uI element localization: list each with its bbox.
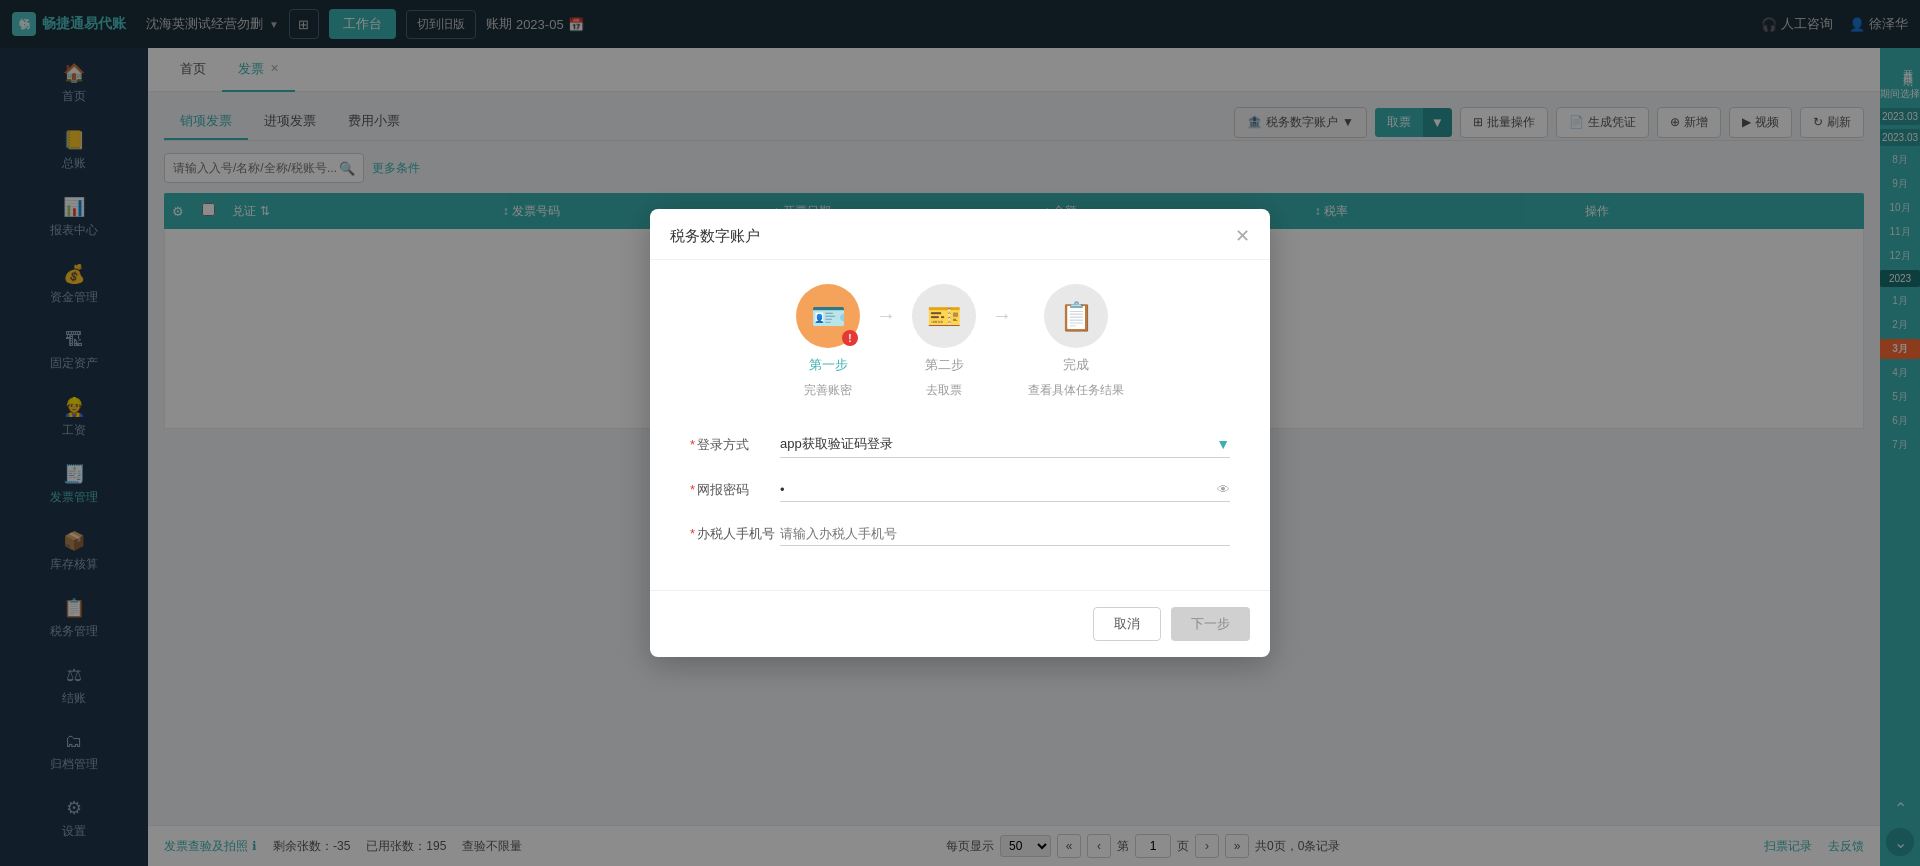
step-arrow-2: →: [992, 304, 1012, 327]
modal-body: 🪪 ! 第一步 完善账密 → 🎫 第二步 去取票 →: [650, 260, 1270, 590]
clipboard-icon: 📋: [1059, 300, 1094, 333]
password-row: 网报密码 👁: [690, 478, 1230, 502]
password-input-wrap: 👁: [780, 478, 1230, 502]
phone-input[interactable]: [780, 526, 1230, 541]
step-2: 🎫 第二步 去取票: [912, 284, 976, 399]
step-3-desc: 查看具体任务结果: [1028, 382, 1124, 399]
step-3-icon: 📋: [1044, 284, 1108, 348]
phone-control: [780, 522, 1230, 546]
step-1-badge: !: [842, 330, 858, 346]
login-method-value: app获取验证码登录: [780, 435, 1216, 453]
modal-close-button[interactable]: ✕: [1235, 225, 1250, 247]
step-1-desc: 完善账密: [804, 382, 852, 399]
tax-digital-modal: 税务数字账户 ✕ 🪪 ! 第一步 完善账密 →: [650, 209, 1270, 657]
step-1-label: 第一步: [809, 356, 848, 374]
ticket-icon: 🎫: [927, 300, 962, 333]
password-label: 网报密码: [690, 481, 780, 499]
step-2-label: 第二步: [925, 356, 964, 374]
phone-label: 办税人手机号: [690, 525, 780, 543]
step-3: 📋 完成 查看具体任务结果: [1028, 284, 1124, 399]
login-method-control: app获取验证码登录 ▼: [780, 431, 1230, 458]
step-arrow-1: →: [876, 304, 896, 327]
phone-row: 办税人手机号: [690, 522, 1230, 546]
password-input[interactable]: [780, 482, 1217, 497]
step-1-icon: 🪪 !: [796, 284, 860, 348]
step-2-icon: 🎫: [912, 284, 976, 348]
step-1: 🪪 ! 第一步 完善账密: [796, 284, 860, 399]
step-2-desc: 去取票: [926, 382, 962, 399]
password-control: 👁: [780, 478, 1230, 502]
cancel-button[interactable]: 取消: [1093, 607, 1161, 641]
modal-title: 税务数字账户: [670, 227, 760, 246]
modal-header: 税务数字账户 ✕: [650, 209, 1270, 260]
eye-icon[interactable]: 👁: [1217, 482, 1230, 497]
login-method-label: 登录方式: [690, 436, 780, 454]
step-3-label: 完成: [1063, 356, 1089, 374]
id-card-icon: 🪪: [811, 300, 846, 333]
modal-overlay: 税务数字账户 ✕ 🪪 ! 第一步 完善账密 →: [0, 0, 1920, 866]
login-method-select[interactable]: app获取验证码登录 ▼: [780, 431, 1230, 458]
next-button[interactable]: 下一步: [1171, 607, 1250, 641]
steps-container: 🪪 ! 第一步 完善账密 → 🎫 第二步 去取票 →: [690, 284, 1230, 399]
login-method-row: 登录方式 app获取验证码登录 ▼: [690, 431, 1230, 458]
phone-input-wrap: [780, 522, 1230, 546]
modal-footer: 取消 下一步: [650, 590, 1270, 657]
select-chevron-icon: ▼: [1216, 436, 1230, 452]
